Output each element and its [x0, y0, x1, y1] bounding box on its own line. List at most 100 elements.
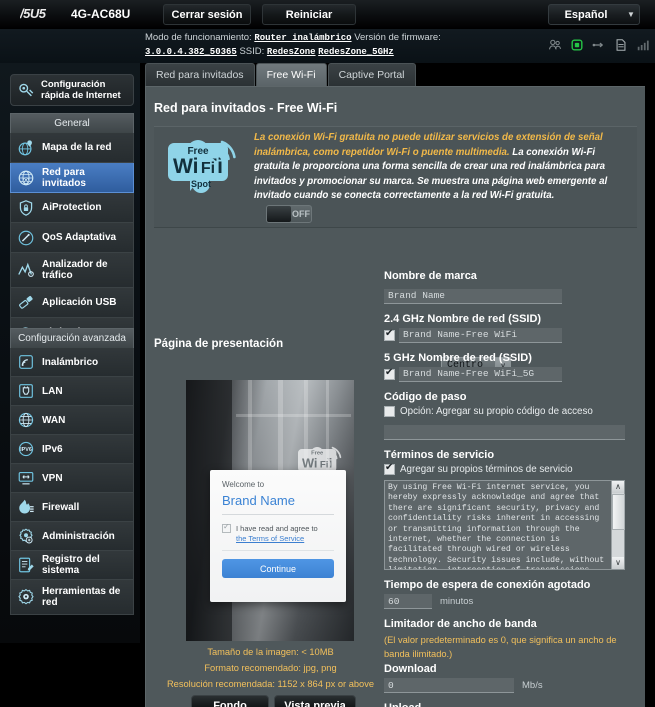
preview-brand-name: Brand Name	[222, 493, 295, 508]
ssid-label: SSID:	[239, 46, 265, 57]
timeout-label: Tiempo de espera de conexión agotado	[384, 579, 591, 591]
sidebar-item-registro-del-sistema[interactable]: Registro del sistema	[10, 551, 134, 580]
usb-icon[interactable]	[592, 38, 606, 52]
sidebar-item-mapa-de-la-red[interactable]: Mapa de la red	[10, 133, 134, 163]
router-status-text: Modo de funcionamiento: Router inalámbri…	[145, 31, 535, 59]
free-wifi-toggle[interactable]: OFF	[266, 205, 312, 223]
scroll-up-arrow-icon[interactable]: ∧	[612, 481, 624, 493]
firmware-label: Versión de firmware:	[354, 32, 441, 43]
quick-setup-label: Configuración rápida de Internet	[41, 79, 121, 101]
ssid-24-checkbox[interactable]	[384, 328, 395, 341]
tab-free-wifi[interactable]: Free Wi-Fi	[255, 63, 327, 86]
preview-agree-row[interactable]: I have read and agree to the Terms of Se…	[222, 522, 334, 543]
bandwidth-label: Limitador de ancho de banda	[384, 618, 537, 630]
timeout-input[interactable]	[384, 594, 432, 609]
sidebar-group-advanced: Configuración avanzada	[10, 328, 134, 348]
sidebar-item-analizador-de-trafico[interactable]: Analizador de tráfico	[10, 253, 134, 288]
mode-value: Router inalámbrico	[254, 33, 352, 43]
sidebar-quick-internet-setup[interactable]: Configuración rápida de Internet	[10, 74, 134, 106]
download-input[interactable]	[384, 678, 514, 693]
signal-bars-icon[interactable]	[636, 38, 650, 52]
wireless-icon	[19, 355, 33, 369]
sidebar-item-label: IPv6	[42, 443, 63, 455]
tab-red-para-invitados[interactable]: Red para invitados	[145, 63, 255, 86]
sidebar-item-inalambrico[interactable]: Inalámbrico	[10, 348, 134, 377]
ssid-5g-value: RedesZone_5GHz	[318, 47, 394, 57]
mode-label: Modo de funcionamiento:	[145, 32, 252, 43]
sidebar-item-administracion[interactable]: Administración	[10, 522, 134, 551]
sidebar-item-label: Herramientas de red	[42, 586, 121, 608]
download-label: Download	[384, 663, 437, 675]
ssid-24-value: RedesZone	[266, 47, 316, 57]
sidebar-item-label: Mapa de la red	[42, 142, 112, 153]
tos-textarea-wrapper: By using Free Wi-Fi internet service, yo…	[384, 480, 625, 570]
svg-text:Spot: Spot	[191, 179, 211, 189]
notice-box: Free Wi Fi Fi Spot La conexión Wi-Fi gra…	[154, 126, 637, 228]
download-row: Mb/s	[384, 678, 636, 693]
sidebar-item-label: Inalámbrico	[42, 356, 99, 368]
scrollbar-thumb[interactable]	[612, 494, 625, 530]
tos-textarea[interactable]: By using Free Wi-Fi internet service, yo…	[384, 480, 625, 570]
passcode-input[interactable]	[384, 425, 625, 440]
sidebar-item-lan[interactable]: LAN	[10, 377, 134, 406]
preview-login-card: Welcome to Brand Name I have read and ag…	[210, 470, 346, 602]
sidebar-item-herramientas-de-red[interactable]: Herramientas de red	[10, 580, 134, 615]
logout-button[interactable]: Cerrar sesión	[163, 4, 251, 25]
language-selector[interactable]: Español ▼	[548, 4, 640, 25]
sidebar-item-red-para-invitados[interactable]: Red para invitados	[10, 163, 134, 193]
ssid-5g-checkbox[interactable]	[384, 367, 395, 380]
sidebar-item-aplicacion-usb[interactable]: Aplicación USB	[10, 288, 134, 318]
sim-card-icon[interactable]	[614, 38, 628, 52]
ssid-24-input[interactable]	[399, 327, 562, 343]
tos-label: Términos de servicio	[384, 449, 495, 461]
passcode-checkbox[interactable]	[384, 405, 395, 417]
sidebar-item-label: Registro del sistema	[42, 554, 100, 576]
system-log-icon	[19, 557, 34, 573]
sidebar-item-qos-adaptativa[interactable]: QoS Adaptativa	[10, 223, 134, 253]
preview-button[interactable]: Vista previa	[274, 695, 356, 707]
sidebar-item-label: Administración	[42, 530, 115, 542]
quick-setup-icon	[19, 83, 34, 97]
svg-text:/5U5: /5U5	[20, 6, 47, 21]
sidebar-item-ipv6[interactable]: IPV6 IPv6	[10, 435, 134, 464]
sidebar-item-wan[interactable]: WAN	[10, 406, 134, 435]
brand-name-input[interactable]	[384, 288, 562, 304]
timeout-row: minutos	[384, 594, 636, 609]
passcode-label: Código de paso	[384, 390, 467, 403]
asus-logo: /5U5	[19, 6, 68, 24]
sidebar-item-vpn[interactable]: VPN	[10, 464, 134, 493]
ssid-5g-row	[384, 366, 636, 382]
sidebar-item-aiprotection[interactable]: AiProtection	[10, 193, 134, 223]
firewall-flame-icon	[19, 499, 34, 514]
vpn-icon	[18, 472, 34, 485]
users-icon[interactable]	[548, 38, 562, 52]
wan-globe-icon	[18, 412, 34, 428]
sidebar-item-label: AiProtection	[42, 202, 102, 213]
gauge-icon	[18, 230, 34, 245]
sidebar-item-firewall[interactable]: Firewall	[10, 493, 134, 522]
main-panel: Red para invitados - Free Wi-Fi Free Wi …	[145, 86, 645, 707]
sidebar-group-general: General	[10, 113, 134, 133]
usb-device-icon[interactable]	[570, 38, 584, 52]
tos-scrollbar[interactable]: ∧ ∨	[611, 481, 625, 569]
sidebar-item-label: Analizador de tráfico	[42, 259, 108, 281]
tos-option-label: Agregar su propios términos de servicio	[400, 464, 573, 475]
preview-window-bar	[248, 380, 252, 476]
tos-option-row: Agregar su propios términos de servicio	[384, 462, 636, 475]
router-admin-page: /5U5 4G-AC68U Cerrar sesión Reiniciar Es…	[0, 0, 655, 707]
reboot-button[interactable]: Reiniciar	[262, 4, 356, 25]
tos-checkbox[interactable]	[384, 462, 395, 475]
timeout-unit-label: minutos	[440, 596, 474, 607]
chevron-down-icon: ▼	[627, 10, 635, 19]
network-tools-icon	[18, 588, 34, 605]
scroll-down-arrow-icon[interactable]: ∨	[612, 557, 624, 569]
presentation-preview[interactable]: Free Wi Fi Fi Spot Welcome to Brand Name	[186, 380, 354, 641]
top-bar: /5U5 4G-AC68U Cerrar sesión Reiniciar Es…	[0, 0, 655, 29]
usb-application-icon	[19, 295, 33, 309]
preview-continue-button[interactable]: Continue	[222, 559, 334, 578]
preview-terms-link[interactable]: the Terms of Service	[236, 534, 318, 543]
background-button[interactable]: Fondo	[191, 695, 269, 707]
ssid-5g-input[interactable]	[399, 366, 562, 382]
tab-captive-portal[interactable]: Captive Portal	[327, 63, 416, 86]
preview-agree-checkbox[interactable]	[222, 522, 231, 533]
